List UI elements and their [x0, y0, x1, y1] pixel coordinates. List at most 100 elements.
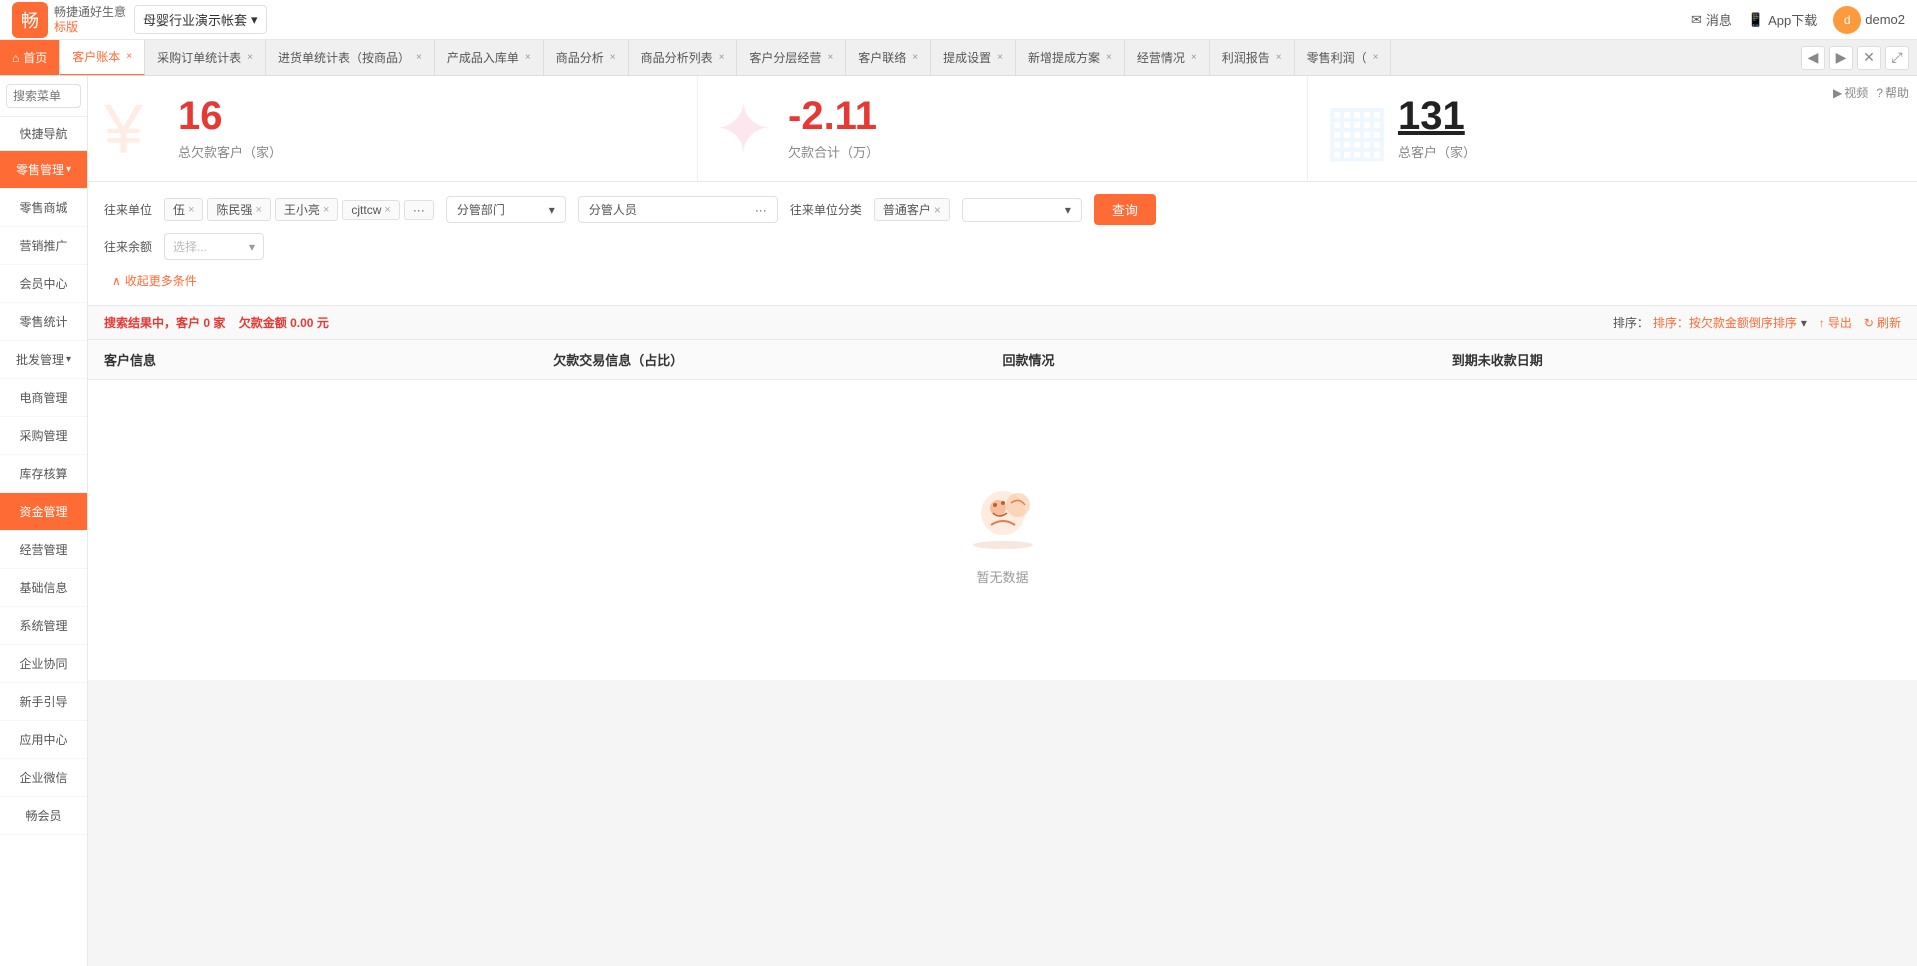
user-avatar[interactable]: d demo2: [1833, 6, 1905, 34]
close-icon[interactable]: ×: [247, 52, 253, 63]
nav-next-btn[interactable]: ▶: [1829, 46, 1853, 70]
nav-prev-btn[interactable]: ◀: [1801, 46, 1825, 70]
export-icon: ↑: [1819, 316, 1825, 330]
sidebar-item-basic-info[interactable]: 基础信息: [0, 569, 87, 607]
sidebar-item-new-guide[interactable]: 新手引导: [0, 683, 87, 721]
person-select[interactable]: 分管人员 ···: [578, 196, 778, 223]
sidebar-item-enterprise-wechat[interactable]: 企业微信: [0, 759, 87, 797]
dept-select[interactable]: 分管部门 ▾: [446, 196, 566, 223]
table-col-customer: 客户信息: [104, 350, 553, 369]
play-icon: ▶: [1833, 86, 1842, 100]
chevron-down-icon: ▾: [66, 164, 71, 175]
nav-maximize-btn[interactable]: ⤢: [1885, 46, 1909, 70]
query-button[interactable]: 查询: [1094, 194, 1156, 225]
stat-bg-icon-1: ¥: [104, 89, 143, 169]
stat-label-total-customers: 总客户（家）: [1398, 142, 1476, 161]
stat-label-credit-amount: 欠款合计（万）: [788, 142, 879, 161]
help-link[interactable]: ? 帮助: [1876, 84, 1909, 101]
remove-tag-wu[interactable]: ×: [188, 204, 194, 216]
chevron-down-icon: ▾: [1801, 316, 1807, 330]
org-selector[interactable]: 母婴行业演示帐套 ▾: [134, 5, 267, 34]
balance-select[interactable]: 选择... ▾: [164, 233, 264, 260]
filter-row-2: 往来余额 选择... ▾: [104, 233, 1901, 260]
tab-raise-settings[interactable]: 提成设置 ×: [931, 40, 1016, 76]
chevron-down-icon: ▾: [549, 203, 555, 217]
export-btn[interactable]: ↑ 导出: [1819, 314, 1852, 331]
table-header: 客户信息 欠款交易信息（占比） 回款情况 到期未收款日期: [88, 340, 1917, 380]
nav-close-btn[interactable]: ✕: [1857, 46, 1881, 70]
nav-tabs: ⌂ 首页 客户账本 × 采购订单统计表 × 进货单统计表（按商品） × 产成品入…: [0, 40, 1917, 76]
tab-purchase-stats[interactable]: 进货单统计表（按商品） ×: [266, 40, 435, 76]
close-icon[interactable]: ×: [1191, 52, 1197, 63]
sidebar-item-finance[interactable]: 资金管理: [0, 493, 87, 531]
close-icon[interactable]: ×: [1106, 52, 1112, 63]
close-icon[interactable]: ×: [1373, 52, 1379, 63]
sidebar-item-wholesale-mgmt[interactable]: 批发管理 ▾: [0, 341, 87, 379]
app-download-btn[interactable]: 📱 App下载: [1748, 10, 1817, 29]
sidebar-item-purchase-mgmt[interactable]: 采购管理: [0, 417, 87, 455]
sort-select[interactable]: 排序： 排序：按欠款金额倒序排序 ▾: [1613, 314, 1807, 331]
sidebar-item-quick-nav[interactable]: 快捷导航: [0, 117, 87, 151]
remove-tag-wang[interactable]: ×: [323, 204, 329, 216]
search-input[interactable]: [6, 84, 81, 108]
tab-home[interactable]: ⌂ 首页: [0, 40, 60, 76]
question-icon: ?: [1876, 86, 1883, 100]
sidebar-item-retail-mgmt[interactable]: 零售管理 ▾: [0, 151, 87, 189]
remove-tag-cjttcw[interactable]: ×: [384, 204, 390, 216]
tab-product-analysis-list[interactable]: 商品分析列表 ×: [629, 40, 738, 76]
close-icon[interactable]: ×: [827, 52, 833, 63]
close-icon[interactable]: ×: [912, 52, 918, 63]
empty-illustration: [963, 475, 1043, 555]
unit-tag-more[interactable]: ···: [404, 200, 434, 220]
close-icon[interactable]: ×: [126, 51, 132, 62]
video-link[interactable]: ▶ 视频: [1833, 84, 1868, 101]
sidebar-item-retail-stats[interactable]: 零售统计: [0, 303, 87, 341]
tab-profit-report[interactable]: 利润报告 ×: [1210, 40, 1295, 76]
stat-total-customers: ▦ 131 总客户（家） ▶ 视频 ? 帮助: [1308, 76, 1917, 181]
close-icon[interactable]: ×: [416, 52, 422, 63]
sidebar-search: [0, 76, 87, 117]
collapse-row: ∧ 收起更多条件: [104, 268, 1901, 293]
sidebar-item-system-mgmt[interactable]: 系统管理: [0, 607, 87, 645]
tab-customer-cost[interactable]: 客户账本 ×: [60, 40, 145, 76]
stat-bg-icon-2: ✦: [714, 88, 773, 170]
category-dropdown[interactable]: ▾: [962, 198, 1082, 222]
collapse-btn[interactable]: ∧ 收起更多条件: [104, 268, 1901, 293]
table-col-credit: 欠款交易信息（占比）: [553, 350, 1002, 369]
tab-customer-contact[interactable]: 客户联络 ×: [846, 40, 931, 76]
tab-product-stock[interactable]: 产成品入库单 ×: [435, 40, 544, 76]
sidebar-item-retail-mall[interactable]: 零售商城: [0, 189, 87, 227]
chevron-up-icon: ∧: [112, 274, 121, 288]
sidebar-item-enterprise-coop[interactable]: 企业协同: [0, 645, 87, 683]
tab-product-analysis[interactable]: 商品分析 ×: [544, 40, 629, 76]
close-icon[interactable]: ×: [1276, 52, 1282, 63]
refresh-btn[interactable]: ↻ 刷新: [1864, 314, 1901, 331]
results-actions: 排序： 排序：按欠款金额倒序排序 ▾ ↑ 导出 ↻ 刷新: [1613, 314, 1901, 331]
top-bar-left: 畅 畅捷通好生意 标版 母婴行业演示帐套 ▾: [12, 2, 267, 38]
close-icon[interactable]: ×: [719, 52, 725, 63]
results-bar: 搜索结果中，客户 0 家 欠款金额 0.00 元 排序： 排序：按欠款金额倒序排…: [88, 306, 1917, 340]
tab-new-raise[interactable]: 新增提成方案 ×: [1016, 40, 1125, 76]
message-btn[interactable]: ✉ 消息: [1691, 10, 1732, 29]
sidebar-item-member[interactable]: 畅会员: [0, 797, 87, 835]
sidebar-item-marketing[interactable]: 营销推广: [0, 227, 87, 265]
close-icon[interactable]: ×: [997, 52, 1003, 63]
message-icon: ✉: [1691, 12, 1702, 28]
sidebar-item-inventory[interactable]: 库存核算: [0, 455, 87, 493]
sidebar-item-operation-mgmt[interactable]: 经营管理: [0, 531, 87, 569]
category-tags: 普通客户 ×: [874, 198, 950, 221]
unit-tag-wang: 王小亮 ×: [275, 198, 338, 221]
tab-customer-layer[interactable]: 客户分层经营 ×: [737, 40, 846, 76]
tab-purchase-order[interactable]: 采购订单统计表 ×: [145, 40, 266, 76]
sidebar-item-app-center[interactable]: 应用中心: [0, 721, 87, 759]
close-icon[interactable]: ×: [525, 52, 531, 63]
home-icon: ⌂: [12, 51, 19, 65]
tab-operation[interactable]: 经营情况 ×: [1125, 40, 1210, 76]
remove-tag-normal[interactable]: ×: [934, 203, 941, 217]
tab-retail-profit[interactable]: 零售利润（ ×: [1295, 40, 1392, 76]
sidebar-item-member-center[interactable]: 会员中心: [0, 265, 87, 303]
remove-tag-chen[interactable]: ×: [255, 204, 261, 216]
close-icon[interactable]: ×: [610, 52, 616, 63]
sidebar-item-ecommerce[interactable]: 电商管理: [0, 379, 87, 417]
chevron-down-icon: ▾: [251, 12, 258, 28]
